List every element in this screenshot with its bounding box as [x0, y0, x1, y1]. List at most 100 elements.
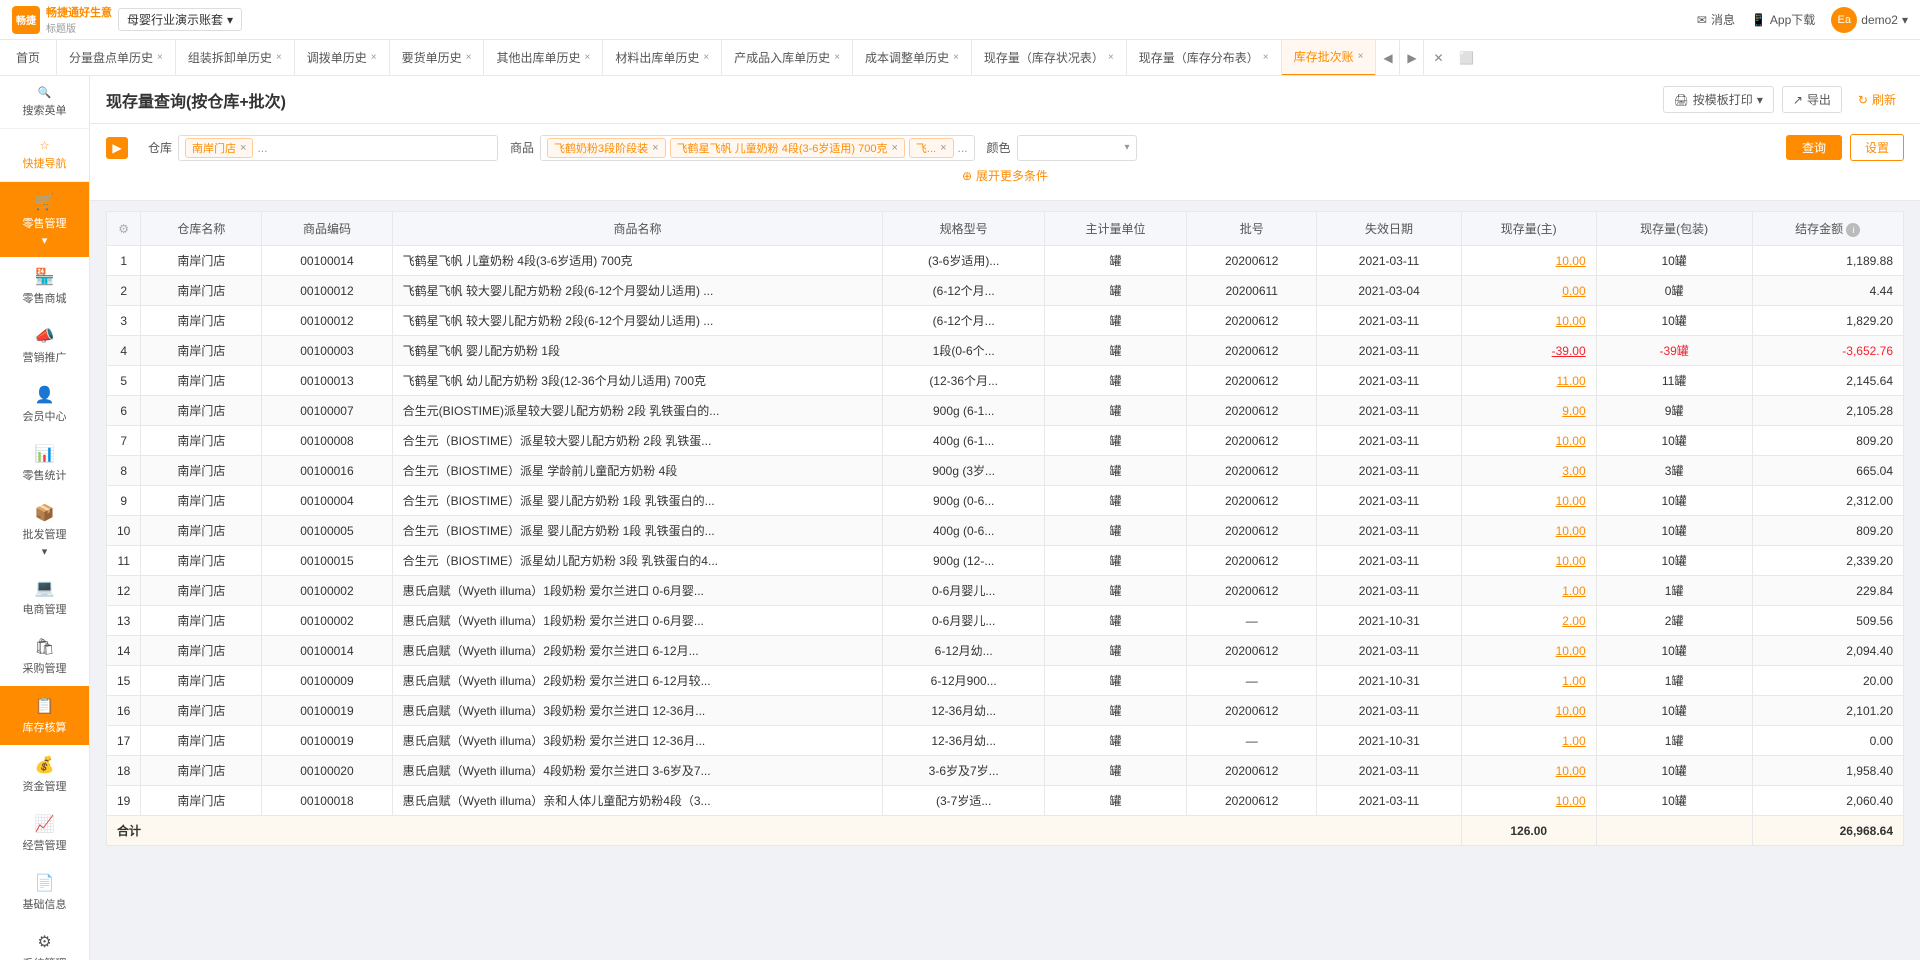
message-btn[interactable]: ✉ 消息 [1697, 11, 1735, 28]
tab-xiancun-fenbu[interactable]: 现存量（库存分布表） × [1127, 40, 1282, 76]
close-icon[interactable]: × [1108, 52, 1114, 63]
sidebar-item-marketing[interactable]: 📣 营销推广 [0, 316, 89, 375]
product-more[interactable]: ... [958, 141, 968, 155]
row-qty-main[interactable]: 1.00 [1461, 666, 1596, 696]
settings-btn[interactable]: 设置 [1850, 134, 1904, 161]
row-qty-main[interactable]: 1.00 [1461, 726, 1596, 756]
product-input[interactable]: 飞鹤奶粉3段阶段装 × 飞鹤星飞帆 儿童奶粉 4段(3-6岁适用) 700克 ×… [540, 135, 975, 161]
row-qty-pkg: 11罐 [1596, 366, 1752, 396]
row-qty-main[interactable]: 10.00 [1461, 786, 1596, 816]
product-tag0-del[interactable]: × [652, 142, 658, 154]
row-qty-main[interactable]: 2.00 [1461, 606, 1596, 636]
row-qty-main[interactable]: 10.00 [1461, 246, 1596, 276]
row-batch: 20200611 [1187, 276, 1317, 306]
sidebar: 🔍 搜索英单 ☆ 快捷导航 🛒 零售管理 ▾ 🏪 零售商城 📣 营销推广 👤 会… [0, 76, 90, 960]
close-icon[interactable]: × [834, 52, 840, 63]
row-qty-main[interactable]: 10.00 [1461, 756, 1596, 786]
warehouse-more[interactable]: ... [257, 141, 267, 155]
row-qty-main[interactable]: -39.00 [1461, 336, 1596, 366]
sidebar-item-system[interactable]: ⚙ 系统管理 [0, 922, 89, 960]
row-unit: 罐 [1045, 246, 1187, 276]
row-qty-main[interactable]: 10.00 [1461, 546, 1596, 576]
sidebar-item-inventory[interactable]: 📋 库存核算 [0, 686, 89, 745]
row-qty-main[interactable]: 10.00 [1461, 306, 1596, 336]
expand-btn[interactable]: ⊕ 展开更多条件 [962, 161, 1048, 190]
close-icon[interactable]: × [584, 52, 590, 63]
row-qty-main[interactable]: 1.00 [1461, 576, 1596, 606]
tab-yaohuo[interactable]: 要货单历史 × [390, 40, 485, 76]
row-qty-main[interactable]: 0.00 [1461, 276, 1596, 306]
tab-next-btn[interactable]: ▶ [1400, 40, 1424, 76]
row-qty-main[interactable]: 11.00 [1461, 366, 1596, 396]
amount-info-icon[interactable]: i [1846, 223, 1860, 237]
sidebar-item-mall[interactable]: 🏪 零售商城 [0, 257, 89, 316]
export-btn[interactable]: ↗ 导出 [1782, 86, 1842, 113]
product-tag-feihe3: 飞鹤奶粉3段阶段装 × [547, 138, 666, 158]
expand-row: ⊕ 展开更多条件 [106, 161, 1904, 190]
sidebar-item-finance[interactable]: 💰 资金管理 [0, 745, 89, 804]
sidebar-item-wholesale[interactable]: 📦 批发管理 ▾ [0, 493, 89, 568]
row-qty-main[interactable]: 3.00 [1461, 456, 1596, 486]
tab-xiancun-kucun[interactable]: 现存量（库存状况表） × [972, 40, 1127, 76]
close-icon[interactable]: × [953, 52, 959, 63]
row-expire: 2021-03-11 [1317, 456, 1461, 486]
tab-kucun-pipici[interactable]: 库存批次账 × [1282, 40, 1377, 76]
row-qty-main[interactable]: 9.00 [1461, 396, 1596, 426]
user-area[interactable]: Ea demo2 ▾ [1831, 7, 1908, 33]
tab-chanpin[interactable]: 产成品入库单历史 × [722, 40, 853, 76]
tab-fenliang[interactable]: 分量盘点单历史 × [57, 40, 176, 76]
row-warehouse: 南岸门店 [141, 306, 262, 336]
sidebar-item-ecommerce[interactable]: 💻 电商管理 [0, 568, 89, 627]
sidebar-item-retail-stats[interactable]: 📊 零售统计 [0, 434, 89, 493]
query-btn[interactable]: 查询 [1786, 135, 1842, 160]
tab-close-all-btn[interactable]: ✕ [1424, 40, 1452, 76]
close-icon[interactable]: × [157, 52, 163, 63]
row-qty-main[interactable]: 10.00 [1461, 636, 1596, 666]
table-row: 15 南岸门店 00100009 惠氏启赋（Wyeth illuma）2段奶粉 … [107, 666, 1904, 696]
row-qty-main[interactable]: 10.00 [1461, 696, 1596, 726]
product-tag-feihe700: 飞鹤星飞帆 儿童奶粉 4段(3-6岁适用) 700克 × [670, 138, 905, 158]
tab-qita[interactable]: 其他出库单历史 × [484, 40, 603, 76]
row-code: 00100018 [262, 786, 392, 816]
tab-maximize-btn[interactable]: ⬜ [1452, 40, 1480, 76]
close-icon[interactable]: × [703, 52, 709, 63]
toggle-arrow[interactable]: ▶ [106, 137, 128, 159]
tab-chengben[interactable]: 成本调整单历史 × [853, 40, 972, 76]
sidebar-item-basic-info[interactable]: 📄 基础信息 [0, 863, 89, 922]
refresh-btn[interactable]: ↻ 刷新 [1850, 87, 1904, 112]
app-download-btn[interactable]: 📱 App下载 [1751, 11, 1815, 28]
th-gear[interactable]: ⚙ [107, 212, 141, 246]
sidebar-item-retail[interactable]: 🛒 零售管理 ▾ [0, 182, 89, 257]
warehouse-tag-del[interactable]: × [240, 142, 246, 154]
tab-zuzhang[interactable]: 组装拆卸单历史 × [176, 40, 295, 76]
row-qty-main[interactable]: 10.00 [1461, 486, 1596, 516]
print-btn[interactable]: 🖨 按模板打印 ▾ [1663, 86, 1774, 113]
row-qty-main[interactable]: 10.00 [1461, 516, 1596, 546]
close-icon[interactable]: × [371, 52, 377, 63]
sidebar-nav[interactable]: ☆ 快捷导航 [0, 129, 89, 182]
sidebar-search[interactable]: 🔍 搜索英单 [0, 76, 89, 129]
sidebar-item-business[interactable]: 📈 经营管理 [0, 804, 89, 863]
tab-home[interactable]: 首页 [0, 40, 57, 76]
sidebar-item-purchase[interactable]: 🛍 采购管理 [0, 627, 89, 686]
tab-diaopei[interactable]: 调拨单历史 × [295, 40, 390, 76]
close-icon[interactable]: × [276, 52, 282, 63]
expand-icon: ⊕ [962, 169, 972, 183]
user-chevron-icon: ▾ [1902, 13, 1908, 27]
org-selector[interactable]: 母婴行业演示账套 ▾ [118, 8, 242, 31]
color-input[interactable]: ▾ [1017, 135, 1137, 161]
close-icon[interactable]: × [1358, 51, 1364, 62]
row-batch: — [1187, 606, 1317, 636]
row-qty-main[interactable]: 10.00 [1461, 426, 1596, 456]
tab-cailiao[interactable]: 材料出库单历史 × [603, 40, 722, 76]
product-tag2-del[interactable]: × [940, 142, 946, 154]
system-icon: ⚙ [37, 932, 51, 952]
product-tag1-del[interactable]: × [891, 142, 897, 154]
tab-prev-btn[interactable]: ◀ [1376, 40, 1400, 76]
row-expire: 2021-03-11 [1317, 486, 1461, 516]
warehouse-input[interactable]: 南岸门店 × ... [178, 135, 498, 161]
close-icon[interactable]: × [466, 52, 472, 63]
row-num: 9 [107, 486, 141, 516]
sidebar-item-member[interactable]: 👤 会员中心 [0, 375, 89, 434]
close-icon[interactable]: × [1263, 52, 1269, 63]
